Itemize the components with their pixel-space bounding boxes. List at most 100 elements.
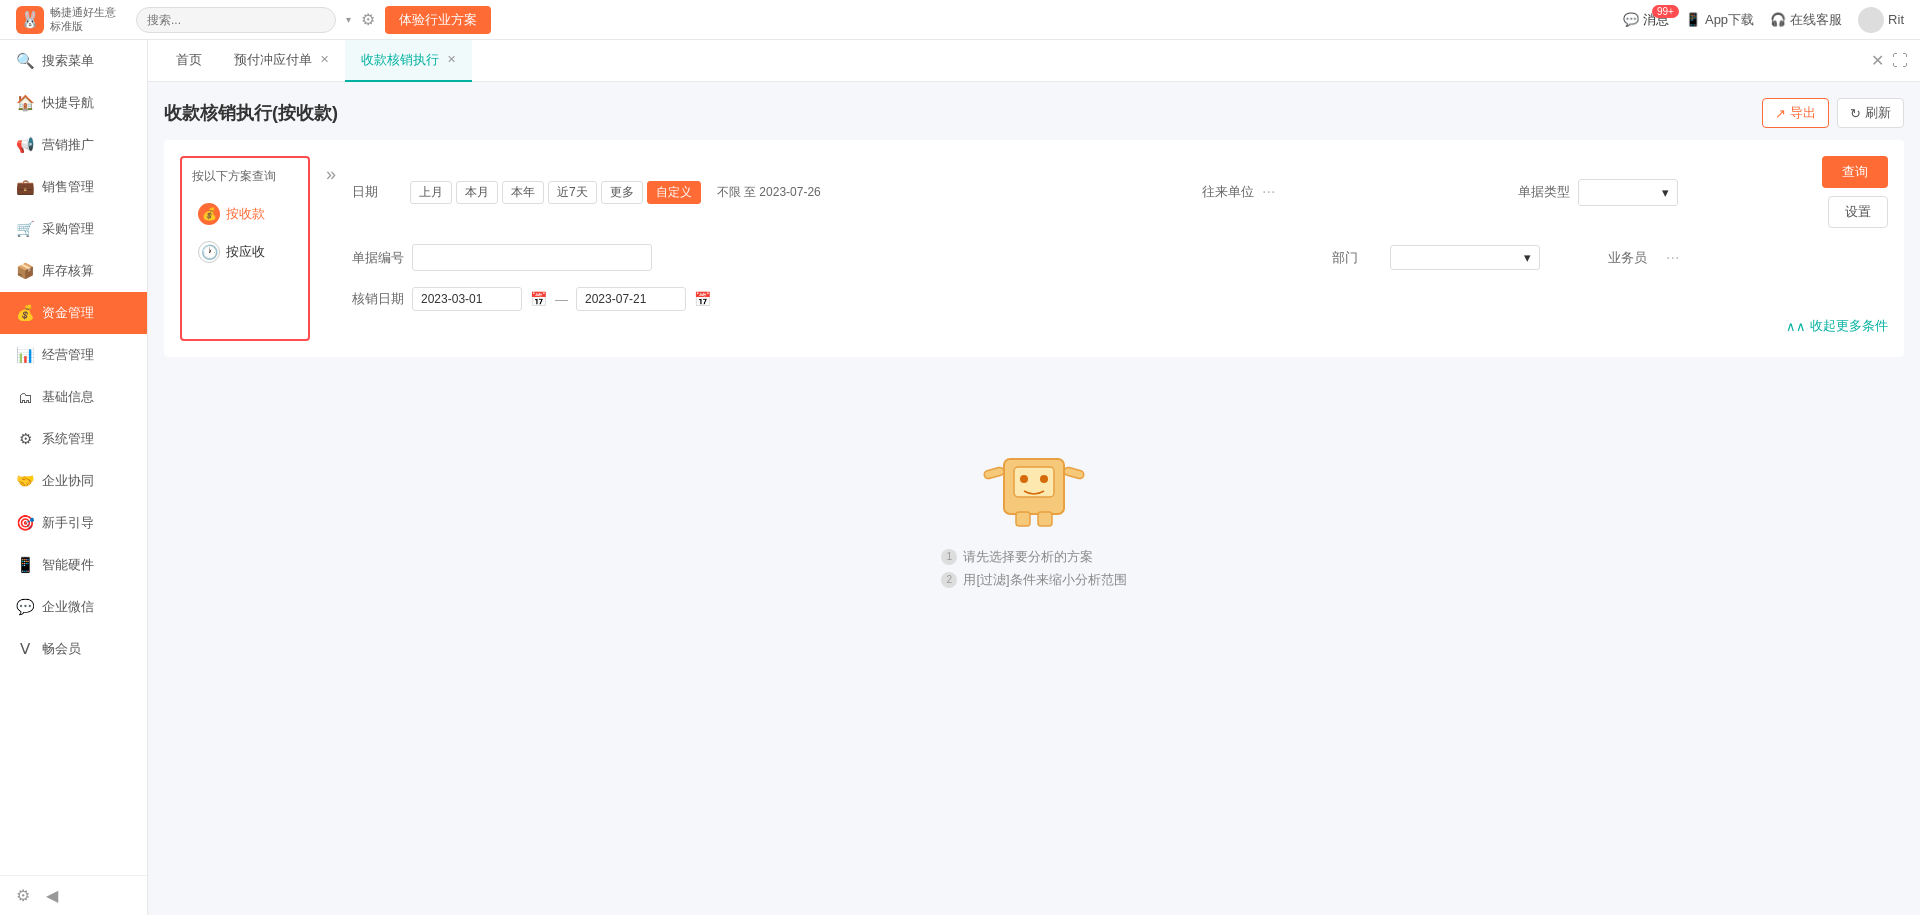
solution-button[interactable]: 体验行业方案: [385, 6, 491, 34]
message-button[interactable]: 💬 消息 99+: [1623, 11, 1669, 29]
basic-info-icon: 🗂: [16, 389, 34, 406]
sidebar: 🔍 搜索菜单 🏠 快捷导航 📢 营销推广 💼 销售管理 🛒 采购管理 📦 库存核…: [0, 40, 148, 915]
empty-hint-1: 1 请先选择要分析的方案: [941, 545, 1126, 568]
sidebar-item-marketing[interactable]: 📢 营销推广: [0, 124, 147, 166]
user-profile[interactable]: Rit: [1858, 7, 1904, 33]
filter-form: 日期 上月 本月 本年 近7天 更多 自定义 不限 至 2023-07-26: [352, 156, 1888, 341]
doc-no-field: 单据编号: [352, 244, 1316, 271]
sidebar-item-inventory[interactable]: 📦 库存核算: [0, 250, 147, 292]
doc-type-select[interactable]: ▾: [1578, 179, 1678, 206]
hint-num-1: 1: [941, 549, 957, 565]
tab-prepay-close-icon[interactable]: ✕: [320, 53, 329, 66]
custom-date-btn[interactable]: 自定义: [647, 181, 701, 204]
search-icon: 🔍: [16, 52, 34, 70]
sidebar-item-quick-nav[interactable]: 🏠 快捷导航: [0, 82, 147, 124]
sidebar-item-hardware[interactable]: 📱 智能硬件: [0, 544, 147, 586]
online-service-label: 在线客服: [1790, 11, 1842, 29]
export-button[interactable]: ↗ 导出: [1762, 98, 1829, 128]
sidebar-item-guide[interactable]: 🎯 新手引导: [0, 502, 147, 544]
counterparty-dots: ···: [1262, 183, 1275, 201]
sidebar-item-operations[interactable]: 📊 经营管理: [0, 334, 147, 376]
tab-receipt-verify[interactable]: 收款核销执行 ✕: [345, 40, 472, 82]
verify-date-end-input[interactable]: [576, 287, 686, 311]
doc-no-input[interactable]: [412, 244, 652, 271]
counterparty-field: 往来单位 ···: [1202, 183, 1502, 201]
sidebar-item-enterprise[interactable]: 🤝 企业协同: [0, 460, 147, 502]
tab-home[interactable]: 首页: [160, 40, 218, 82]
sidebar-item-search-menu[interactable]: 🔍 搜索菜单: [0, 40, 147, 82]
sidebar-settings-icon[interactable]: ⚙: [16, 886, 30, 905]
sidebar-label: 搜索菜单: [42, 52, 94, 70]
refresh-label: 刷新: [1865, 104, 1891, 122]
setting-button[interactable]: 设置: [1828, 196, 1888, 228]
this-month-btn[interactable]: 本月: [456, 181, 498, 204]
sidebar-item-sales[interactable]: 💼 销售管理: [0, 166, 147, 208]
last-7-days-btn[interactable]: 近7天: [548, 181, 597, 204]
sidebar-label: 快捷导航: [42, 94, 94, 112]
main-layout: 🔍 搜索菜单 🏠 快捷导航 📢 营销推广 💼 销售管理 🛒 采购管理 📦 库存核…: [0, 40, 1920, 915]
verify-date-field: 核销日期 📅 — 📅: [352, 287, 1888, 311]
sidebar-item-member[interactable]: Ⅴ 畅会员: [0, 628, 147, 670]
sidebar-item-purchase[interactable]: 🛒 采购管理: [0, 208, 147, 250]
svg-rect-5: [1063, 467, 1084, 480]
header-search-input[interactable]: [136, 7, 336, 33]
date-buttons-group: 上月 本月 本年 近7天 更多 自定义: [410, 181, 701, 204]
refresh-button[interactable]: ↻ 刷新: [1837, 98, 1904, 128]
online-service-button[interactable]: 🎧 在线客服: [1770, 11, 1842, 29]
app-name: 畅捷通好生意 标准版: [50, 6, 116, 32]
tab-prepay[interactable]: 预付冲应付单 ✕: [218, 40, 345, 82]
search-dropdown-icon[interactable]: ▾: [346, 14, 351, 25]
filter-collapse-icon[interactable]: »: [322, 160, 340, 189]
hardware-icon: 📱: [16, 556, 34, 574]
sidebar-label: 采购管理: [42, 220, 94, 238]
svg-rect-1: [1014, 467, 1054, 497]
date-range-text: 不限 至 2023-07-26: [717, 184, 821, 201]
sidebar-item-finance[interactable]: 💰 资金管理: [0, 292, 147, 334]
sidebar-collapse-icon[interactable]: ◀: [46, 886, 58, 905]
tab-close-all-icon[interactable]: ✕: [1871, 51, 1884, 70]
app-download-button[interactable]: 📱 App下载: [1685, 11, 1754, 29]
calendar-start-icon[interactable]: 📅: [530, 291, 547, 307]
sidebar-item-basic-info[interactable]: 🗂 基础信息: [0, 376, 147, 418]
tab-receipt-verify-close-icon[interactable]: ✕: [447, 53, 456, 66]
verify-date-start-input[interactable]: [412, 287, 522, 311]
staff-field: 业务员 ···: [1608, 249, 1888, 267]
user-name: Rit: [1888, 12, 1904, 27]
query-button[interactable]: 查询: [1822, 156, 1888, 188]
filter-row-3: 核销日期 📅 — 📅: [352, 287, 1888, 311]
filter-option-by-receivable[interactable]: 🕐 按应收: [192, 233, 298, 271]
receivable-option-icon: 🕐: [198, 241, 220, 263]
tab-expand-icon[interactable]: ⛶: [1892, 52, 1908, 70]
dept-select[interactable]: ▾: [1390, 245, 1540, 270]
system-icon: ⚙: [16, 430, 34, 448]
collapse-more-button[interactable]: ∧∧ 收起更多条件: [352, 311, 1888, 341]
doc-no-label: 单据编号: [352, 249, 404, 267]
verify-date-label: 核销日期: [352, 290, 404, 308]
guide-icon: 🎯: [16, 514, 34, 532]
calendar-end-icon[interactable]: 📅: [694, 291, 711, 307]
sidebar-bottom: ⚙ ◀: [0, 875, 147, 915]
empty-illustration: [974, 429, 1094, 529]
counterparty-label: 往来单位: [1202, 183, 1254, 201]
marketing-icon: 📢: [16, 136, 34, 154]
doc-type-field: 单据类型 ▾: [1518, 179, 1798, 206]
app-download-label: App下载: [1705, 11, 1754, 29]
receipt-option-label: 按收款: [226, 205, 265, 223]
hint-text-1: 请先选择要分析的方案: [963, 545, 1093, 568]
sidebar-item-wechat[interactable]: 💬 企业微信: [0, 586, 147, 628]
settings-gear-icon[interactable]: ⚙: [361, 10, 375, 29]
filter-option-by-receipt[interactable]: 💰 按收款: [192, 195, 298, 233]
sidebar-item-system[interactable]: ⚙ 系统管理: [0, 418, 147, 460]
enterprise-icon: 🤝: [16, 472, 34, 490]
empty-text: 1 请先选择要分析的方案 2 用[过滤]条件来缩小分析范围: [941, 545, 1126, 592]
page-title-bar: 收款核销执行(按收款) ↗ 导出 ↻ 刷新: [164, 98, 1904, 128]
filter-options-title: 按以下方案查询: [192, 168, 298, 185]
sidebar-label: 库存核算: [42, 262, 94, 280]
this-year-btn[interactable]: 本年: [502, 181, 544, 204]
last-month-btn[interactable]: 上月: [410, 181, 452, 204]
more-date-btn[interactable]: 更多: [601, 181, 643, 204]
filter-row-2: 单据编号 部门 ▾ 业务员: [352, 244, 1888, 271]
svg-point-3: [1040, 475, 1048, 483]
tab-bar: 首页 预付冲应付单 ✕ 收款核销执行 ✕ ✕ ⛶: [148, 40, 1920, 82]
staff-label: 业务员: [1608, 249, 1658, 267]
